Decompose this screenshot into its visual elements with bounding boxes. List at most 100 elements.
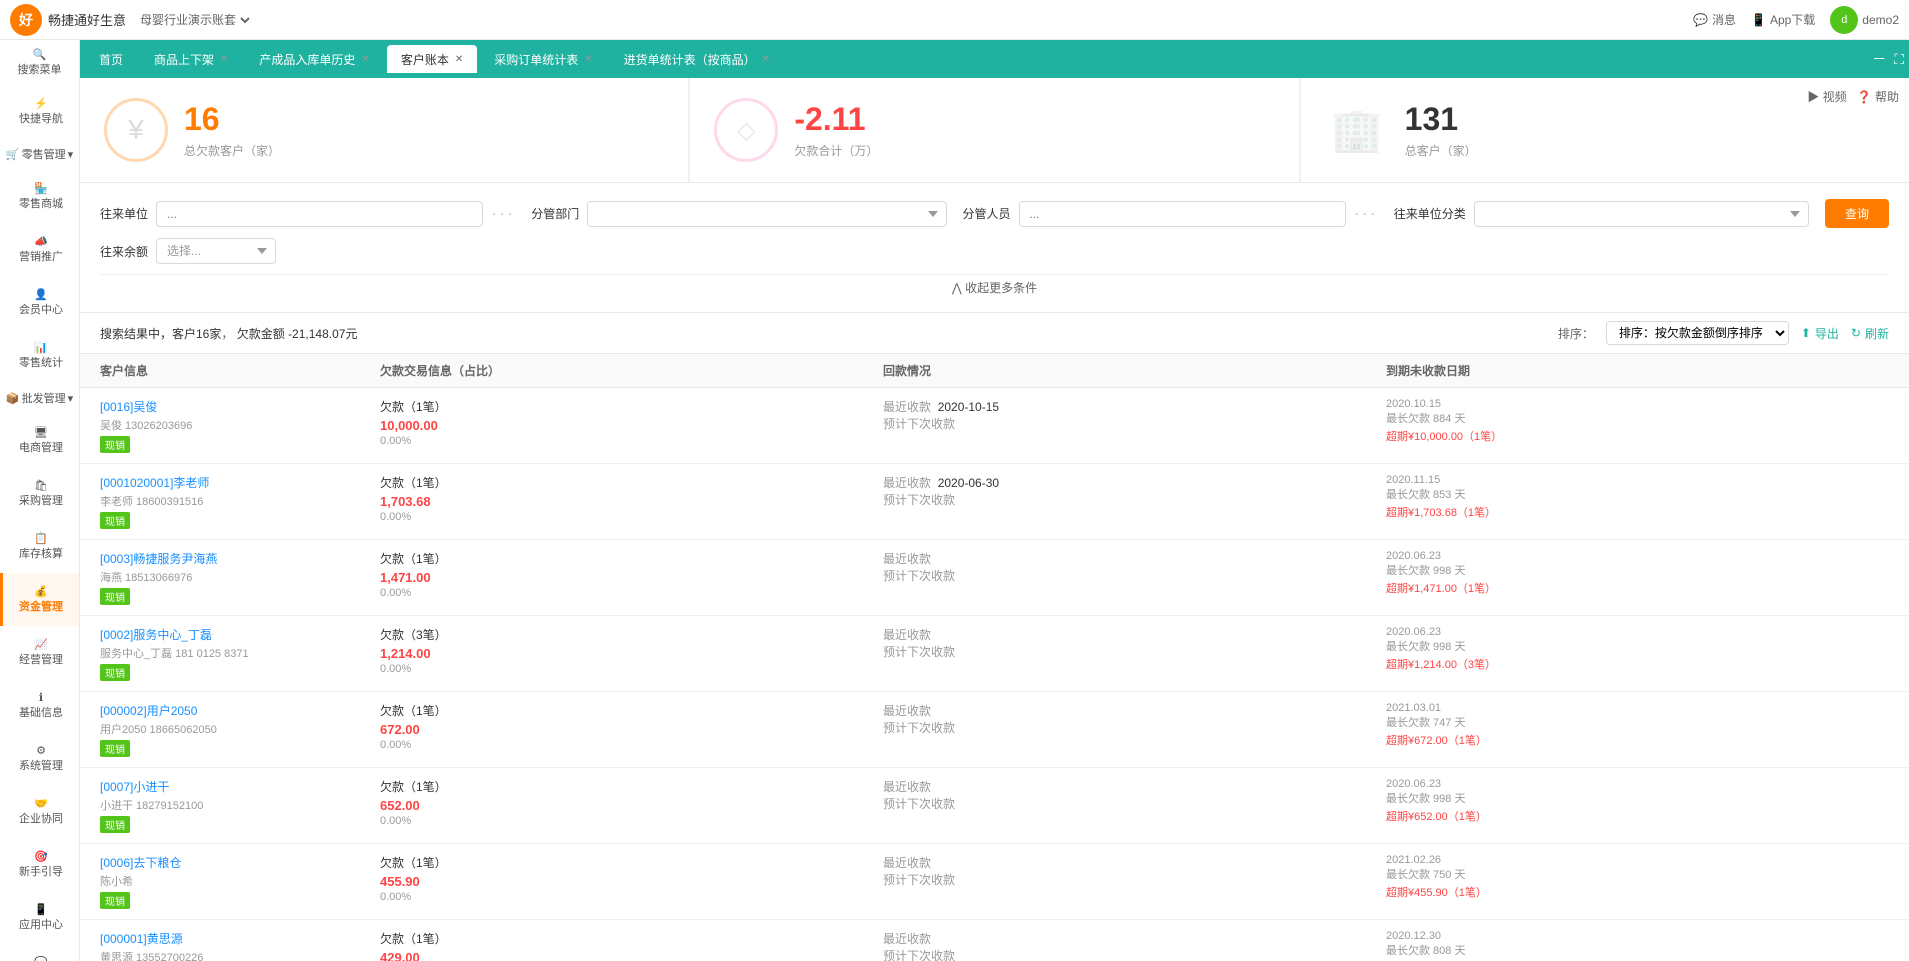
debt-amount-3[interactable]: 1,214.00 xyxy=(380,646,883,661)
next-payment-6: 预计下次收款 xyxy=(883,871,1386,888)
sidebar-item-system[interactable]: ⚙ 系统管理 xyxy=(0,732,79,785)
customer-contact-7: 黄思源 13552700226 xyxy=(100,949,380,961)
sidebar-item-retail-mall[interactable]: 🏪 零售商城 xyxy=(0,170,79,223)
company-select[interactable]: 母婴行业演示账套 xyxy=(136,12,253,28)
sidebar-item-basic-info[interactable]: ℹ 基础信息 xyxy=(0,679,79,732)
sidebar-item-retail-mgmt[interactable]: 🛒 零售管理 ▾ xyxy=(0,138,79,170)
customer-name-1[interactable]: [0001020001]李老师 xyxy=(100,474,380,491)
sidebar-item-retail-stats[interactable]: 📊 零售统计 xyxy=(0,329,79,382)
overdue-link-5[interactable]: 超期¥652.00（1笔） xyxy=(1386,811,1487,823)
from-unit-input[interactable] xyxy=(156,201,483,227)
debt-amount-6[interactable]: 455.90 xyxy=(380,874,883,889)
customer-name-5[interactable]: [0007]小进干 xyxy=(100,778,380,795)
overdue-link-6[interactable]: 超期¥455.90（1笔） xyxy=(1386,887,1487,899)
monitor-icon: 🖥 xyxy=(7,426,75,439)
tab-minimize-button[interactable]: － xyxy=(1872,49,1886,69)
overdue-link-4[interactable]: 超期¥672.00（1笔） xyxy=(1386,735,1487,747)
table-row: [0001020001]李老师 李老师 18600391516 现销 欠款（1笔… xyxy=(80,464,1909,540)
export-button[interactable]: ⬆ 导出 xyxy=(1801,325,1839,342)
tab-product-status-close[interactable]: ✕ xyxy=(220,54,228,65)
customer-name-7[interactable]: [000001]黄思源 xyxy=(100,930,380,947)
tab-product-history[interactable]: 产成品入库单历史 ✕ xyxy=(245,45,383,73)
next-payment-1: 预计下次收款 xyxy=(883,491,1386,508)
tab-maximize-button[interactable]: ⛶ xyxy=(1894,51,1904,68)
customer-cell-0: [0016]吴俊 吴俊 13026203696 现销 xyxy=(100,398,380,453)
overdue-days-3: 最长欠款 998 天 xyxy=(1386,638,1889,654)
result-bar: 搜索结果中，客户16家， 欠款金额 -21,148.07元 排序： 排序：按欠款… xyxy=(80,313,1909,354)
table-row: [0007]小进干 小进干 18279152100 现销 欠款（1笔） 652.… xyxy=(80,768,1909,844)
overdue-link-1[interactable]: 超期¥1,703.68（1笔） xyxy=(1386,507,1496,519)
last-payment-2: 最近收款 xyxy=(883,550,1386,567)
customer-name-0[interactable]: [0016]吴俊 xyxy=(100,398,380,415)
sidebar-item-marketing[interactable]: 📣 营销推广 xyxy=(0,223,79,276)
debt-amount-0[interactable]: 10,000.00 xyxy=(380,418,883,433)
sidebar-item-finance[interactable]: 💰 资金管理 xyxy=(0,573,79,626)
search-button[interactable]: 查询 xyxy=(1825,199,1889,228)
tab-inventory-stats-close[interactable]: ✕ xyxy=(762,54,770,65)
last-payment-4: 最近收款 xyxy=(883,702,1386,719)
tab-controls: － ⛶ xyxy=(1872,49,1904,69)
sidebar-item-search-menu[interactable]: 🔍 搜索菜单 xyxy=(0,40,79,85)
sidebar-item-member-center[interactable]: 👤 会员中心 xyxy=(0,276,79,329)
overdue-link-3[interactable]: 超期¥1,214.00（3笔） xyxy=(1386,659,1496,671)
collapse-label: 收起更多条件 xyxy=(965,281,1037,295)
table-row: [0002]服务中心_丁磊 服务中心_丁磊 181 0125 8371 现销 欠… xyxy=(80,616,1909,692)
top-bar-right: 💬 消息 📱 App下载 d demo2 xyxy=(1693,6,1899,34)
due-date-0: 2020.10.15 xyxy=(1386,398,1889,410)
debt-amount-4[interactable]: 672.00 xyxy=(380,722,883,737)
tab-purchase-order-close[interactable]: ✕ xyxy=(584,54,592,65)
phone-icon: 📱 xyxy=(1751,13,1766,27)
sidebar-item-new-guide[interactable]: 🎯 新手引导 xyxy=(0,838,79,891)
sidebar-item-app-center[interactable]: 📱 应用中心 xyxy=(0,891,79,944)
overdue-link-0[interactable]: 超期¥10,000.00（1笔） xyxy=(1386,431,1502,443)
due-cell-3: 2020.06.23 最长欠款 998 天 超期¥1,214.00（3笔） xyxy=(1386,626,1889,672)
debt-amount-5[interactable]: 652.00 xyxy=(380,798,883,813)
debt-amount-2[interactable]: 1,471.00 xyxy=(380,570,883,585)
dept-select[interactable] xyxy=(587,201,946,227)
sidebar-item-batch-mgmt[interactable]: 📦 批发管理 ▾ xyxy=(0,382,79,414)
sidebar-item-quick-nav[interactable]: ⚡ 快捷导航 xyxy=(0,85,79,138)
data-table: 客户信息 欠款交易信息（占比） 回款情况 到期未收款日期 [0016]吴俊 吴俊… xyxy=(80,354,1909,961)
collapse-bar[interactable]: ⋀ 收起更多条件 xyxy=(100,274,1889,300)
due-cell-7: 2020.12.30 最长欠款 808 天 超期¥429.00（1笔） xyxy=(1386,930,1889,961)
tab-inventory-stats[interactable]: 进货单统计表（按商品） ✕ xyxy=(610,45,784,73)
due-date-3: 2020.06.23 xyxy=(1386,626,1889,638)
person-input[interactable] xyxy=(1019,201,1346,227)
sidebar-item-ecommerce[interactable]: 🖥 电商管理 xyxy=(0,414,79,467)
customer-name-6[interactable]: [0006]去下粮仓 xyxy=(100,854,380,871)
unit-category-select[interactable] xyxy=(1474,201,1809,227)
message-button[interactable]: 💬 消息 xyxy=(1693,11,1736,28)
person-dots[interactable]: ··· xyxy=(1354,203,1378,224)
video-button[interactable]: ▶ 视频 xyxy=(1807,88,1846,105)
app-download-button[interactable]: 📱 App下载 xyxy=(1751,11,1815,28)
sidebar-item-enterprise-collab[interactable]: 🤝 企业协同 xyxy=(0,785,79,838)
tab-product-status[interactable]: 商品上下架 ✕ xyxy=(140,45,242,73)
customer-name-2[interactable]: [0003]畅捷服务尹海燕 xyxy=(100,550,380,567)
due-cell-6: 2021.02.26 最长欠款 750 天 超期¥455.90（1笔） xyxy=(1386,854,1889,900)
sidebar-item-inventory-check[interactable]: 📋 库存核算 xyxy=(0,520,79,573)
debt-amount-1[interactable]: 1,703.68 xyxy=(380,494,883,509)
debt-amount-7[interactable]: 429.00 xyxy=(380,950,883,961)
sidebar-item-purchase-mgmt[interactable]: 🛍 采购管理 xyxy=(0,467,79,520)
from-unit-dots[interactable]: ··· xyxy=(491,203,515,224)
stat-card-customers: ¥ 16 总欠款客户（家） xyxy=(80,78,689,182)
next-payment-5: 预计下次收款 xyxy=(883,795,1386,812)
user-profile[interactable]: d demo2 xyxy=(1830,6,1899,34)
app-download-label: App下载 xyxy=(1770,11,1815,28)
sidebar-item-enterprise-wechat[interactable]: 💬 企业微信 xyxy=(0,944,79,961)
tab-product-history-close[interactable]: ✕ xyxy=(361,54,369,65)
refresh-button[interactable]: ↻ 刷新 xyxy=(1851,325,1889,342)
customer-contact-3: 服务中心_丁磊 181 0125 8371 xyxy=(100,645,380,661)
overdue-link-2[interactable]: 超期¥1,471.00（1笔） xyxy=(1386,583,1496,595)
help-button[interactable]: ❓ 帮助 xyxy=(1857,88,1899,105)
tab-home[interactable]: 首页 xyxy=(85,45,137,73)
balance-select[interactable]: 选择... xyxy=(156,238,276,264)
sort-select[interactable]: 排序：按欠款金额倒序排序 xyxy=(1606,321,1789,345)
tab-customer-account-close[interactable]: ✕ xyxy=(455,54,463,65)
sidebar-item-operations[interactable]: 📈 经营管理 xyxy=(0,626,79,679)
tab-purchase-order[interactable]: 采购订单统计表 ✕ xyxy=(480,45,606,73)
customer-name-4[interactable]: [000002]用户2050 xyxy=(100,702,380,719)
customer-name-3[interactable]: [0002]服务中心_丁磊 xyxy=(100,626,380,643)
col-header-debt: 欠款交易信息（占比） xyxy=(380,362,883,379)
tab-customer-account[interactable]: 客户账本 ✕ xyxy=(387,45,477,73)
